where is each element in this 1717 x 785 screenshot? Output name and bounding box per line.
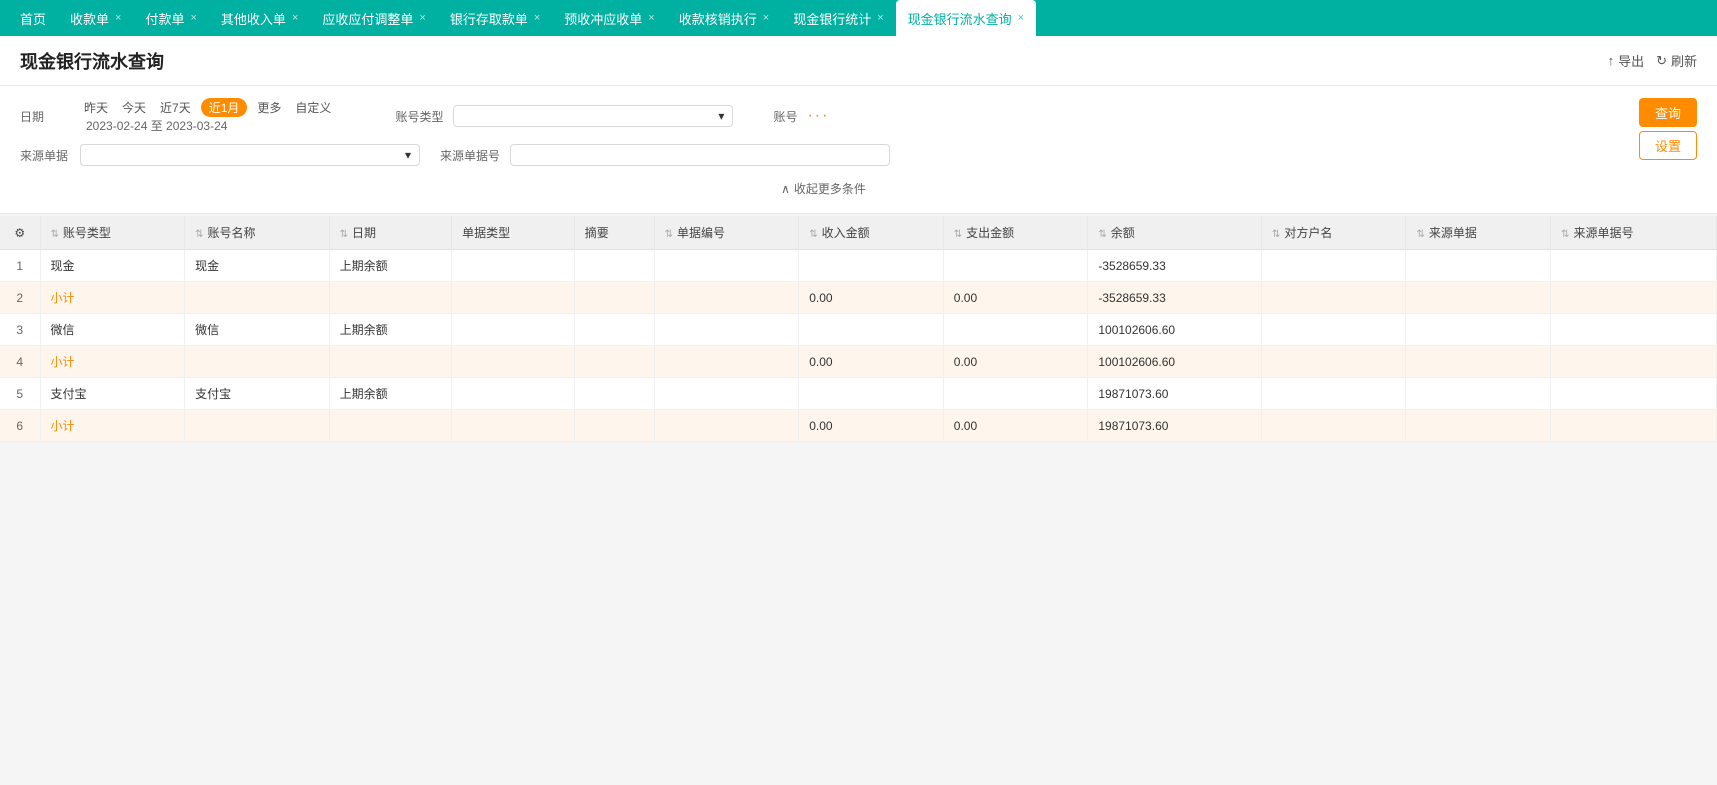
nav-tab-yinhangcunqu[interactable]: 银行存取款单 × xyxy=(438,0,552,36)
nav-tab-yushouzhong[interactable]: 预收冲应收单 × xyxy=(552,0,666,36)
table-gear-icon: ⚙ xyxy=(14,226,25,240)
account-dots-button[interactable]: ··· xyxy=(807,107,829,125)
source-doc-select[interactable]: ▾ xyxy=(80,144,420,166)
nav-tab-shoukuanhexiao[interactable]: 收款核销执行 × xyxy=(667,0,781,36)
filter-row-date: 日期 昨天 今天 近7天 近1月 更多 自定义 2023-02-24 至 202… xyxy=(20,98,1627,134)
page-title: 现金银行流水查询 xyxy=(20,48,164,74)
col-doc-no[interactable]: ⇅单据编号 xyxy=(654,216,799,250)
filter-row-source: 来源单据 ▾ 来源单据号 xyxy=(20,144,1627,166)
date-btn-today[interactable]: 今天 xyxy=(118,98,150,117)
close-tab-xianjinyinhang-icon[interactable]: × xyxy=(877,12,883,24)
nav-tab-shoukuan[interactable]: 收款单 × xyxy=(58,0,133,36)
date-btn-yesterday[interactable]: 昨天 xyxy=(80,98,112,117)
table-row-subtotal: 2 小计 0.00 0.00 -3528659.33 xyxy=(0,282,1717,314)
date-btn-1month[interactable]: 近1月 xyxy=(201,98,248,117)
collapse-bar[interactable]: ∧ 收起更多条件 xyxy=(20,176,1627,205)
collapse-icon: ∧ xyxy=(781,182,790,196)
data-table: ⚙ ⇅账号类型 ⇅账号名称 ⇅日期 单据类型 摘要 ⇅单据编号 ⇅收入金额 ⇅支… xyxy=(0,216,1717,442)
close-tab-yinhangcunqu-icon[interactable]: × xyxy=(534,12,540,24)
export-icon: ↑ xyxy=(1608,53,1615,68)
table-row-subtotal: 4 小计 0.00 0.00 100102606.60 xyxy=(0,346,1717,378)
date-btn-more[interactable]: 更多 xyxy=(253,98,285,117)
action-buttons: 查询 设置 xyxy=(1639,98,1697,160)
table-container: ⚙ ⇅账号类型 ⇅账号名称 ⇅日期 单据类型 摘要 ⇅单据编号 ⇅收入金额 ⇅支… xyxy=(0,216,1717,442)
table-header: ⚙ ⇅账号类型 ⇅账号名称 ⇅日期 单据类型 摘要 ⇅单据编号 ⇅收入金额 ⇅支… xyxy=(0,216,1717,250)
col-counterparty[interactable]: ⇅对方户名 xyxy=(1261,216,1406,250)
page-header: 现金银行流水查询 ↑ 导出 ↻ 刷新 xyxy=(0,36,1717,86)
table-row: 1 现金 现金 上期余额 -3528659.33 xyxy=(0,250,1717,282)
refresh-icon: ↻ xyxy=(1656,53,1667,69)
refresh-button[interactable]: ↻ 刷新 xyxy=(1656,51,1697,70)
settings-button[interactable]: 设置 xyxy=(1639,131,1697,160)
close-tab-fukuan-icon[interactable]: × xyxy=(190,12,196,24)
close-tab-liushui-icon[interactable]: × xyxy=(1018,12,1024,24)
collapse-label: 收起更多条件 xyxy=(794,180,866,197)
nav-tab-qitashouru[interactable]: 其他收入单 × xyxy=(209,0,310,36)
account-type-select[interactable]: ▾ xyxy=(453,105,733,127)
col-summary: 摘要 xyxy=(574,216,654,250)
source-doc-num-input[interactable] xyxy=(510,144,890,166)
table-body: 1 现金 现金 上期余额 -3528659.33 2 小计 xyxy=(0,250,1717,442)
date-filter-label: 日期 xyxy=(20,108,80,125)
nav-tab-xianjinyinhang[interactable]: 现金银行统计 × xyxy=(781,0,895,36)
col-balance[interactable]: ⇅余额 xyxy=(1088,216,1262,250)
date-range-display: 2023-02-24 至 2023-03-24 xyxy=(86,117,335,134)
col-account-type[interactable]: ⇅账号类型 xyxy=(40,216,185,250)
date-btn-custom[interactable]: 自定义 xyxy=(291,98,335,117)
account-type-chevron-icon: ▾ xyxy=(718,109,724,123)
source-doc-num-label: 来源单据号 xyxy=(440,147,500,164)
table-row: 3 微信 微信 上期余额 100102606.60 xyxy=(0,314,1717,346)
col-account-name[interactable]: ⇅账号名称 xyxy=(185,216,330,250)
col-doc-type: 单据类型 xyxy=(452,216,575,250)
query-button[interactable]: 查询 xyxy=(1639,98,1697,127)
table-row-subtotal: 6 小计 0.00 0.00 19871073.60 xyxy=(0,410,1717,442)
date-btn-7days[interactable]: 近7天 xyxy=(156,98,195,117)
source-doc-chevron-icon: ▾ xyxy=(405,148,411,162)
account-type-label: 账号类型 xyxy=(395,108,443,125)
table-settings-col[interactable]: ⚙ xyxy=(0,216,40,250)
col-source-doc-no[interactable]: ⇅来源单据号 xyxy=(1551,216,1717,250)
header-actions: ↑ 导出 ↻ 刷新 xyxy=(1608,51,1697,70)
table-row: 5 支付宝 支付宝 上期余额 19871073.60 xyxy=(0,378,1717,410)
filter-area: 日期 昨天 今天 近7天 近1月 更多 自定义 2023-02-24 至 202… xyxy=(0,86,1717,214)
nav-tab-liushui[interactable]: 现金银行流水查询 × xyxy=(896,0,1036,36)
col-income[interactable]: ⇅收入金额 xyxy=(799,216,944,250)
col-expense[interactable]: ⇅支出金额 xyxy=(943,216,1088,250)
close-tab-shoukuanhexiao-icon[interactable]: × xyxy=(763,12,769,24)
close-tab-yingshouyingfu-icon[interactable]: × xyxy=(419,12,425,24)
top-navigation: 首页 收款单 × 付款单 × 其他收入单 × 应收应付调整单 × 银行存取款单 … xyxy=(0,0,1717,36)
nav-home[interactable]: 首页 xyxy=(8,9,58,28)
col-source-doc[interactable]: ⇅来源单据 xyxy=(1406,216,1551,250)
export-button[interactable]: ↑ 导出 xyxy=(1608,51,1645,70)
nav-tab-fukuan[interactable]: 付款单 × xyxy=(133,0,208,36)
col-date[interactable]: ⇅日期 xyxy=(329,216,452,250)
close-tab-qitashouru-icon[interactable]: × xyxy=(292,12,298,24)
close-tab-shoukuan-icon[interactable]: × xyxy=(115,12,121,24)
source-doc-label: 来源单据 xyxy=(20,147,80,164)
date-shortcuts: 昨天 今天 近7天 近1月 更多 自定义 xyxy=(80,98,335,117)
close-tab-yushouzhong-icon[interactable]: × xyxy=(648,12,654,24)
account-label: 账号 xyxy=(773,108,797,125)
nav-tab-yingshouyingfu[interactable]: 应收应付调整单 × xyxy=(310,0,437,36)
